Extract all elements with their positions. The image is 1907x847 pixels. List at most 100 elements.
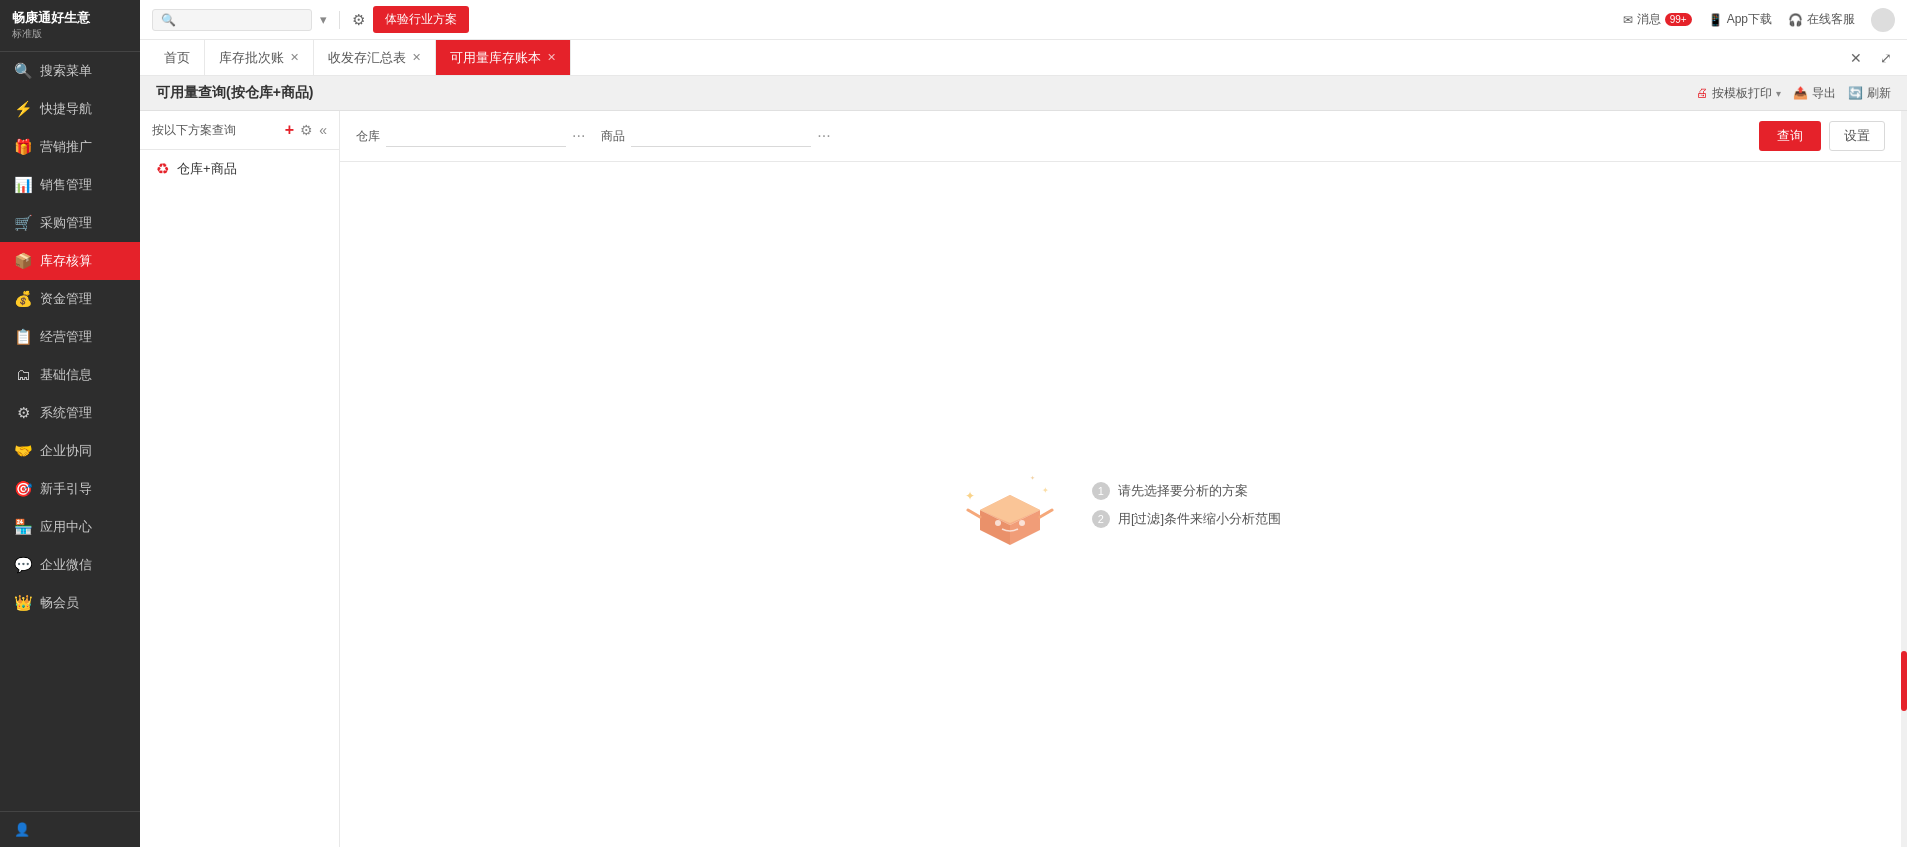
sidebar-item-label: 采购管理 xyxy=(40,214,92,232)
print-dropdown-icon[interactable]: ▾ xyxy=(1776,88,1781,99)
tabs-actions: ✕ ⤢ xyxy=(1845,47,1897,69)
sidebar-item-label: 畅会员 xyxy=(40,594,79,612)
export-btn[interactable]: 📤 导出 xyxy=(1793,85,1836,102)
export-label: 导出 xyxy=(1812,85,1836,102)
sidebar-item-appstore[interactable]: 🏪 应用中心 xyxy=(0,508,140,546)
scheme-label: 仓库+商品 xyxy=(177,160,237,178)
sidebar-item-label: 资金管理 xyxy=(40,290,92,308)
sidebar-item-wechat[interactable]: 💬 企业微信 xyxy=(0,546,140,584)
sidebar-item-system[interactable]: ⚙ 系统管理 xyxy=(0,394,140,432)
sidebar-item-marketing[interactable]: 🎁 营销推广 xyxy=(0,128,140,166)
sidebar-item-search[interactable]: 🔍 搜索菜单 xyxy=(0,52,140,90)
product-input[interactable] xyxy=(631,126,811,147)
topbar-search-input[interactable] xyxy=(180,13,290,27)
app-download-btn[interactable]: 📱 App下载 xyxy=(1708,11,1772,28)
page-header: 可用量查询(按仓库+商品) 🖨 按模板打印 ▾ 📤 导出 🔄 刷新 xyxy=(140,76,1907,111)
online-service-label: 在线客服 xyxy=(1807,11,1855,28)
tip-text-1: 请先选择要分析的方案 xyxy=(1118,482,1248,500)
svg-line-6 xyxy=(968,510,980,517)
online-service-btn[interactable]: 🎧 在线客服 xyxy=(1788,11,1855,28)
close-tab-btn[interactable]: ✕ xyxy=(1845,47,1867,69)
sidebar-item-shortcut[interactable]: ⚡ 快捷导航 xyxy=(0,90,140,128)
sidebar-item-operation[interactable]: 📋 经营管理 xyxy=(0,318,140,356)
store-icon: 🏪 xyxy=(14,518,32,536)
tab-batch-close[interactable]: ✕ xyxy=(290,51,299,64)
app-version: 标准版 xyxy=(12,27,128,41)
export-icon: 📤 xyxy=(1793,86,1808,100)
tab-summary[interactable]: 收发存汇总表 ✕ xyxy=(314,40,436,75)
lightning-icon: ⚡ xyxy=(14,100,32,118)
product-filter: 商品 ··· xyxy=(601,126,830,147)
sidebar-item-inventory[interactable]: 📦 库存核算 xyxy=(0,242,140,280)
empty-illustration: ✦ ✦ ✦ xyxy=(960,455,1060,555)
svg-point-5 xyxy=(1019,520,1025,526)
scheme-warehouse-product[interactable]: ♻ 仓库+商品 xyxy=(140,150,339,188)
topbar-settings-icon[interactable]: ⚙ xyxy=(352,11,365,29)
filter-settings-button[interactable]: 设置 xyxy=(1829,121,1885,151)
refresh-label: 刷新 xyxy=(1867,85,1891,102)
user-avatar[interactable] xyxy=(1871,8,1895,32)
empty-tip-2: 2 用[过滤]条件来缩小分析范围 xyxy=(1092,510,1281,528)
filter-row: 仓库 ··· 商品 ··· 查询 设置 xyxy=(340,111,1901,162)
left-panel-actions: + ⚙ « xyxy=(285,121,327,139)
tip-text-2: 用[过滤]条件来缩小分析范围 xyxy=(1118,510,1281,528)
sidebar-item-cooperation[interactable]: 🤝 企业协同 xyxy=(0,432,140,470)
empty-tip-1: 1 请先选择要分析的方案 xyxy=(1092,482,1281,500)
app-download-label: App下载 xyxy=(1727,11,1772,28)
warehouse-input[interactable] xyxy=(386,126,566,147)
tab-home[interactable]: 首页 xyxy=(150,40,205,75)
svg-point-4 xyxy=(995,520,1001,526)
sidebar-item-purchase[interactable]: 🛒 采购管理 xyxy=(0,204,140,242)
topbar-search[interactable]: 🔍 xyxy=(152,9,312,31)
topbar-dropdown-icon[interactable]: ▾ xyxy=(320,12,327,27)
cart-icon: 🛒 xyxy=(14,214,32,232)
trial-button[interactable]: 体验行业方案 xyxy=(373,6,469,33)
sidebar-item-label: 销售管理 xyxy=(40,176,92,194)
chart-icon: 📊 xyxy=(14,176,32,194)
warehouse-filter: 仓库 ··· xyxy=(356,126,585,147)
query-button[interactable]: 查询 xyxy=(1759,121,1821,151)
sidebar-item-member[interactable]: 👑 畅会员 xyxy=(0,584,140,622)
expand-tab-btn[interactable]: ⤢ xyxy=(1875,47,1897,69)
sidebar-item-label: 新手引导 xyxy=(40,480,92,498)
clipboard-icon: 📋 xyxy=(14,328,32,346)
page-title: 可用量查询(按仓库+商品) xyxy=(156,84,314,102)
add-scheme-btn[interactable]: + xyxy=(285,121,294,139)
scrollbar-thumb[interactable] xyxy=(1901,651,1907,711)
sidebar-item-finance[interactable]: 💰 资金管理 xyxy=(0,280,140,318)
collapse-panel-btn[interactable]: « xyxy=(319,122,327,138)
tab-available[interactable]: 可用量库存账本 ✕ xyxy=(436,40,571,75)
recycle-icon: ♻ xyxy=(156,160,169,178)
sidebar-item-label: 系统管理 xyxy=(40,404,92,422)
tab-summary-label: 收发存汇总表 xyxy=(328,49,406,67)
message-icon: ✉ xyxy=(1623,13,1633,27)
tab-batch[interactable]: 库存批次账 ✕ xyxy=(205,40,314,75)
sidebar-user[interactable]: 👤 xyxy=(0,811,140,847)
headset-icon: 🎧 xyxy=(1788,13,1803,27)
sidebar-item-basic[interactable]: 🗂 基础信息 xyxy=(0,356,140,394)
print-label: 按模板打印 xyxy=(1712,85,1772,102)
tip-num-1: 1 xyxy=(1092,482,1110,500)
product-more-btn[interactable]: ··· xyxy=(817,127,830,145)
filter-actions: 查询 设置 xyxy=(1759,121,1885,151)
sidebar-item-newbie[interactable]: 🎯 新手引导 xyxy=(0,470,140,508)
sidebar-item-label: 经营管理 xyxy=(40,328,92,346)
print-btn[interactable]: 🖨 按模板打印 ▾ xyxy=(1696,85,1781,102)
message-btn[interactable]: ✉ 消息 99+ xyxy=(1623,11,1692,28)
settings-scheme-btn[interactable]: ⚙ xyxy=(300,122,313,138)
message-badge: 99+ xyxy=(1665,13,1692,26)
tab-summary-close[interactable]: ✕ xyxy=(412,51,421,64)
tab-available-close[interactable]: ✕ xyxy=(547,51,556,64)
tabs-bar: 首页 库存批次账 ✕ 收发存汇总表 ✕ 可用量库存账本 ✕ ✕ ⤢ xyxy=(140,40,1907,76)
warehouse-more-btn[interactable]: ··· xyxy=(572,127,585,145)
gift-icon: 🎁 xyxy=(14,138,32,156)
product-label: 商品 xyxy=(601,128,625,145)
left-panel-header: 按以下方案查询 + ⚙ « xyxy=(140,111,339,150)
user-icon: 👤 xyxy=(14,822,30,837)
print-icon: 🖨 xyxy=(1696,86,1708,100)
refresh-btn[interactable]: 🔄 刷新 xyxy=(1848,85,1891,102)
refresh-icon: 🔄 xyxy=(1848,86,1863,100)
sidebar-item-sales[interactable]: 📊 销售管理 xyxy=(0,166,140,204)
sidebar-logo: 畅康通好生意 标准版 xyxy=(0,0,140,52)
topbar-right: ✉ 消息 99+ 📱 App下载 🎧 在线客服 xyxy=(1623,8,1895,32)
